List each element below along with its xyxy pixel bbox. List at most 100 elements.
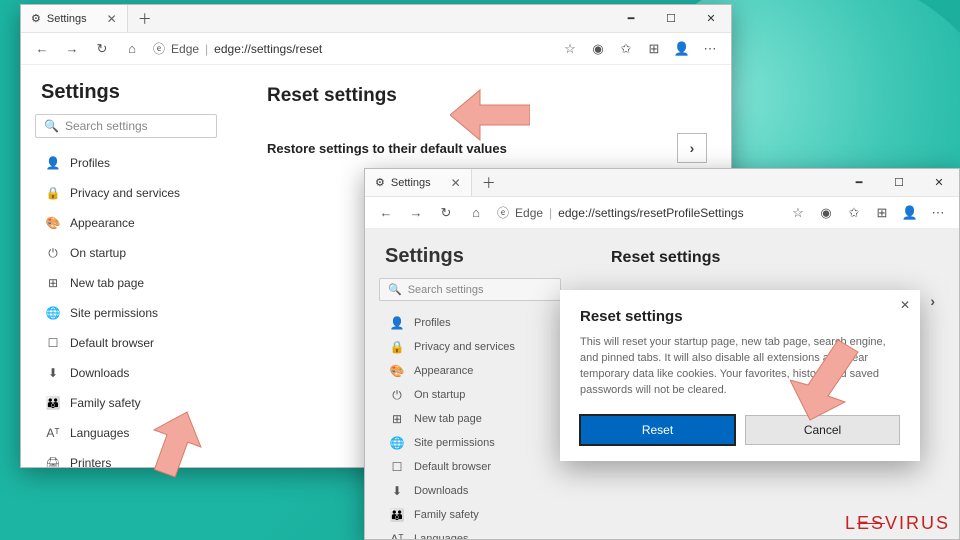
browser-tab[interactable]: ⚙ Settings ✕ bbox=[21, 5, 128, 32]
forward-button[interactable]: → bbox=[59, 36, 85, 62]
tracking-button[interactable]: ◉ bbox=[813, 200, 839, 226]
nav-label: Family safety bbox=[70, 396, 141, 410]
nav-icon: 🌐 bbox=[390, 436, 404, 450]
maximize-button[interactable]: ☐ bbox=[879, 169, 919, 197]
close-window-button[interactable]: ✕ bbox=[919, 169, 959, 197]
edge-icon: ⓔ bbox=[153, 40, 165, 57]
sidebar-item-downloads[interactable]: ⬇Downloads bbox=[379, 479, 575, 503]
nav-icon: Aᵀ bbox=[390, 532, 404, 539]
sidebar-item-languages[interactable]: Aᵀ Languages bbox=[379, 527, 575, 539]
close-tab-icon[interactable]: ✕ bbox=[451, 176, 461, 190]
nav-icon: 🎨 bbox=[390, 364, 404, 378]
sidebar-item-profiles[interactable]: 👤Profiles bbox=[379, 311, 575, 335]
refresh-button[interactable]: ↻ bbox=[89, 36, 115, 62]
nav-icon: 👪 bbox=[46, 396, 60, 410]
nav-label: Family safety bbox=[414, 509, 479, 521]
minimize-button[interactable]: ━ bbox=[611, 5, 651, 33]
menu-button[interactable]: ⋯ bbox=[697, 36, 723, 62]
sidebar-item-profiles[interactable]: 👤Profiles bbox=[35, 148, 231, 178]
nav-label: On startup bbox=[414, 389, 465, 401]
nav-label: New tab page bbox=[70, 276, 144, 290]
nav-label: Default browser bbox=[414, 461, 491, 473]
tracking-button[interactable]: ◉ bbox=[585, 36, 611, 62]
tab-title: Settings bbox=[47, 13, 87, 25]
nav-label: Site permissions bbox=[414, 437, 495, 449]
nav-label: Profiles bbox=[70, 156, 110, 170]
nav-icon: 👤 bbox=[390, 316, 404, 330]
nav-icon: ☐ bbox=[46, 336, 60, 350]
settings-title: Settings bbox=[379, 241, 575, 278]
nav-icon: Aᵀ bbox=[46, 426, 60, 440]
settings-search[interactable]: 🔍 Search settings bbox=[379, 278, 561, 301]
back-button[interactable]: ← bbox=[29, 36, 55, 62]
nav-label: Appearance bbox=[70, 216, 135, 230]
new-tab-button[interactable]: ＋ bbox=[472, 173, 506, 193]
back-button[interactable]: ← bbox=[373, 200, 399, 226]
nav-icon: ⊞ bbox=[390, 412, 404, 426]
home-button[interactable]: ⌂ bbox=[463, 200, 489, 226]
sidebar-item-new-tab-page[interactable]: ⊞ New tab page bbox=[379, 407, 575, 431]
new-tab-button[interactable]: ＋ bbox=[128, 9, 162, 29]
nav-icon: ☐ bbox=[390, 460, 404, 474]
maximize-button[interactable]: ☐ bbox=[651, 5, 691, 33]
toolbar: ← → ↻ ⌂ ⓔ Edge | edge://settings/resetPr… bbox=[365, 197, 959, 229]
nav-label: Site permissions bbox=[70, 306, 158, 320]
refresh-button[interactable]: ↻ bbox=[433, 200, 459, 226]
sidebar-item-privacy-and-services[interactable]: 🔒Privacy and services bbox=[35, 178, 231, 208]
close-window-button[interactable]: ✕ bbox=[691, 5, 731, 33]
browser-tab[interactable]: ⚙ Settings ✕ bbox=[365, 169, 472, 196]
close-icon[interactable]: ✕ bbox=[900, 298, 910, 312]
sidebar-item-privacy-and-services[interactable]: 🔒Privacy and services bbox=[379, 335, 575, 359]
window-controls: ━ ☐ ✕ bbox=[839, 169, 959, 197]
profile-button[interactable]: 👤 bbox=[669, 36, 695, 62]
favorite-button[interactable]: ☆ bbox=[557, 36, 583, 62]
nav-label: Appearance bbox=[414, 365, 473, 377]
address-separator: | bbox=[205, 42, 208, 56]
nav-label: Downloads bbox=[414, 485, 468, 497]
sidebar-item-site-permissions[interactable]: 🌐 Site permissions bbox=[379, 431, 575, 455]
nav-label: On startup bbox=[70, 246, 126, 260]
collections-button[interactable]: ⊞ bbox=[641, 36, 667, 62]
nav-label: Printers bbox=[70, 456, 111, 467]
sidebar-item-appearance[interactable]: 🎨Appearance bbox=[35, 208, 231, 238]
nav-label: Languages bbox=[414, 533, 468, 539]
sidebar-item-downloads[interactable]: ⬇ Downloads bbox=[35, 358, 231, 388]
nav-label: Downloads bbox=[70, 366, 129, 380]
close-tab-icon[interactable]: ✕ bbox=[107, 12, 117, 26]
favorites-button[interactable]: ✩ bbox=[841, 200, 867, 226]
settings-search[interactable]: 🔍 Search settings bbox=[35, 114, 217, 138]
watermark: LESVIRUS bbox=[845, 513, 950, 534]
address-bar[interactable]: ⓔ Edge | edge://settings/resetProfileSet… bbox=[493, 204, 744, 221]
favorite-button[interactable]: ☆ bbox=[785, 200, 811, 226]
sidebar-item-family-safety[interactable]: 👪Family safety bbox=[379, 503, 575, 527]
sidebar-item-site-permissions[interactable]: 🌐 Site permissions bbox=[35, 298, 231, 328]
nav-label: New tab page bbox=[414, 413, 482, 425]
forward-button[interactable]: → bbox=[403, 200, 429, 226]
settings-sidebar: Settings 🔍 Search settings 👤Profiles🔒Pri… bbox=[21, 65, 231, 467]
address-path: edge://settings/reset bbox=[214, 42, 322, 56]
titlebar: ⚙ Settings ✕ ＋ ━ ☐ ✕ bbox=[365, 169, 959, 197]
chevron-right-icon: › bbox=[677, 133, 707, 163]
home-button[interactable]: ⌂ bbox=[119, 36, 145, 62]
menu-button[interactable]: ⋯ bbox=[925, 200, 951, 226]
reset-button[interactable]: Reset bbox=[580, 415, 735, 445]
dialog-title: Reset settings bbox=[580, 308, 900, 325]
search-placeholder: Search settings bbox=[408, 284, 484, 296]
favorites-button[interactable]: ✩ bbox=[613, 36, 639, 62]
search-icon: 🔍 bbox=[388, 283, 402, 296]
annotation-arrow-2 bbox=[140, 410, 210, 480]
minimize-button[interactable]: ━ bbox=[839, 169, 879, 197]
sidebar-item-on-startup[interactable]: ⏻On startup bbox=[379, 383, 575, 407]
sidebar-item-default-browser[interactable]: ☐ Default browser bbox=[379, 455, 575, 479]
nav-icon: 🌐 bbox=[46, 306, 60, 320]
sidebar-item-new-tab-page[interactable]: ⊞New tab page bbox=[35, 268, 231, 298]
sidebar-item-on-startup[interactable]: ⏻On startup bbox=[35, 238, 231, 268]
sidebar-item-default-browser[interactable]: ☐Default browser bbox=[35, 328, 231, 358]
search-placeholder: Search settings bbox=[65, 119, 148, 133]
sidebar-item-appearance[interactable]: 🎨 Appearance bbox=[379, 359, 575, 383]
address-bar[interactable]: ⓔ Edge | edge://settings/reset bbox=[149, 40, 322, 57]
chevron-right-icon: › bbox=[930, 293, 935, 309]
profile-button[interactable]: 👤 bbox=[897, 200, 923, 226]
nav-icon: ⬇ bbox=[46, 366, 60, 380]
collections-button[interactable]: ⊞ bbox=[869, 200, 895, 226]
